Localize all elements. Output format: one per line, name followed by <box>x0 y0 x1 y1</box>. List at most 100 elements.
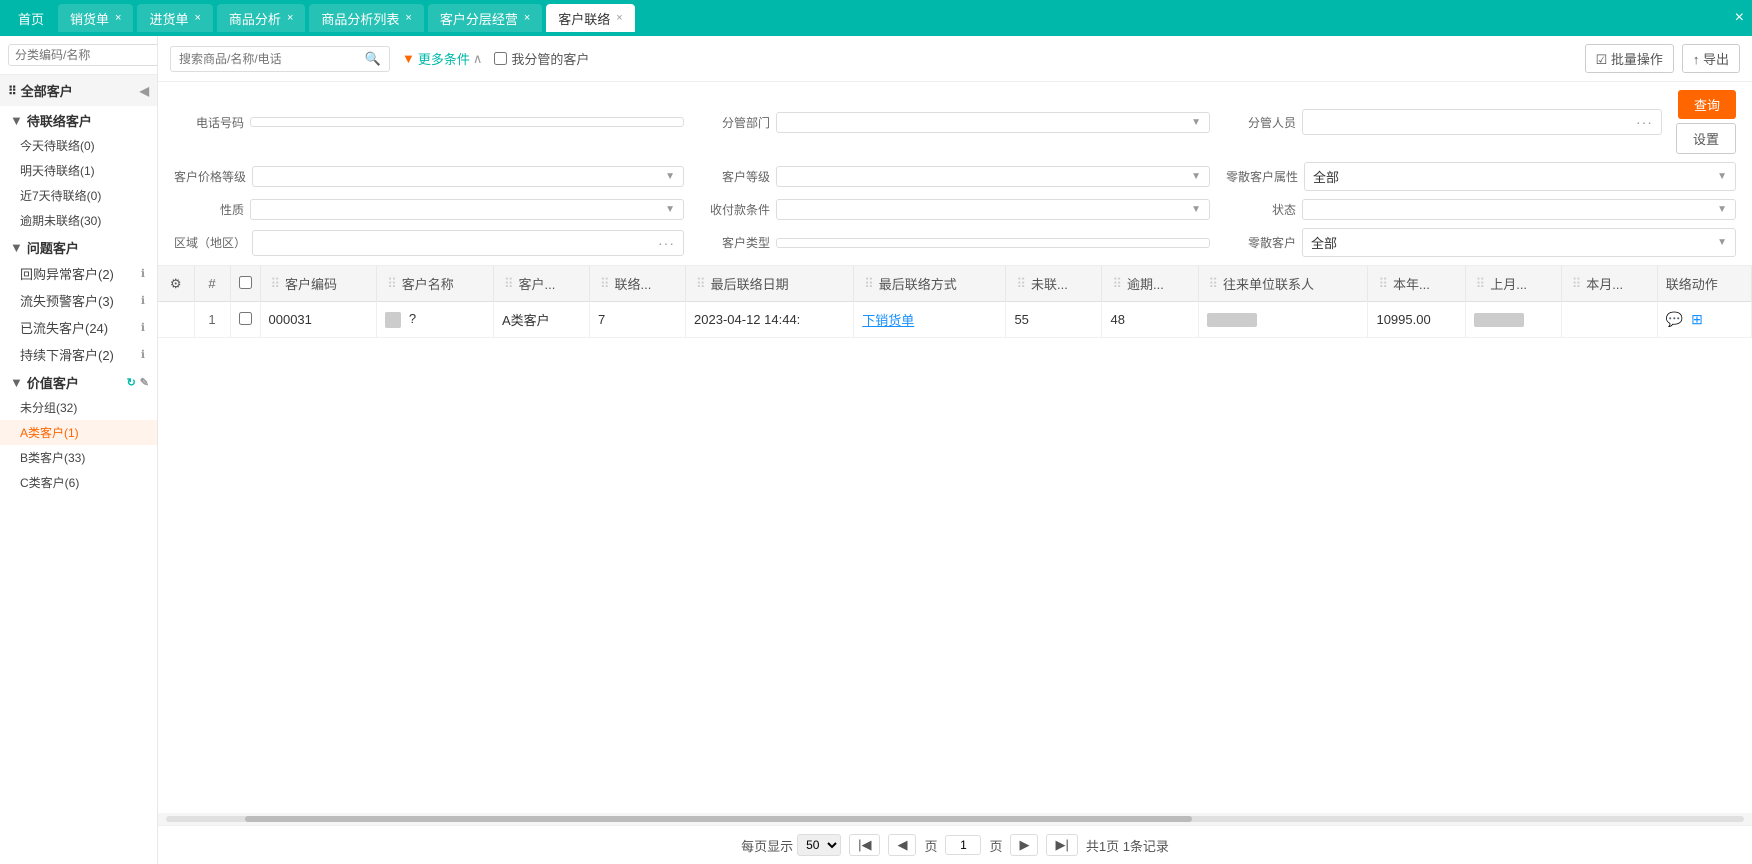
settings-btn[interactable]: 设置 <box>1676 123 1736 154</box>
home-tab[interactable]: 首页 <box>8 9 54 28</box>
row-last-method[interactable]: 下销货单 <box>854 302 1006 338</box>
prev-page-btn[interactable]: ◀ <box>888 834 916 856</box>
table-header-last-month[interactable]: ⠿ 上月... <box>1465 266 1561 302</box>
sidebar-item-class-b[interactable]: B类客户(33) <box>0 445 157 470</box>
sidebar-item-unclassified[interactable]: 未分组(32) <box>0 395 157 420</box>
payment-select[interactable]: ▼ <box>776 199 1210 220</box>
phone-input[interactable] <box>250 117 684 127</box>
close-tab-customer-segment[interactable]: × <box>524 12 530 24</box>
tab-customer-contact[interactable]: 客户联络 × <box>546 4 634 32</box>
refresh-icon[interactable]: ↻ <box>127 376 136 389</box>
dept-label: 分管部门 <box>700 114 770 131</box>
page-number-input[interactable] <box>945 835 981 855</box>
cust-level-arrow: ▼ <box>1191 171 1201 182</box>
close-tab-purchase-order[interactable]: × <box>194 12 200 24</box>
table-header-unit-contact[interactable]: ⠿ 往来单位联系人 <box>1198 266 1368 302</box>
qrcode-icon[interactable]: ⊞ <box>1691 311 1703 328</box>
close-tab-product-analysis-list[interactable]: × <box>405 12 411 24</box>
region-input[interactable]: ··· <box>252 230 684 256</box>
export-icon: ↑ <box>1693 52 1703 67</box>
query-btn[interactable]: 查询 <box>1678 90 1736 119</box>
table-header-name[interactable]: ⠿ 客户名称 <box>377 266 494 302</box>
sidebar-item-today-wait[interactable]: 今天待联络(0) <box>0 133 157 158</box>
table-header-type[interactable]: ⠿ 客户... <box>493 266 589 302</box>
sidebar-item-overdue-wait[interactable]: 逾期未联络(30) <box>0 208 157 233</box>
nature-select[interactable]: ▼ <box>250 199 684 220</box>
sidebar-item-repurchase[interactable]: 回购异常客户(2) ℹ <box>0 260 157 287</box>
table-header-code[interactable]: ⠿ 客户编码 <box>260 266 377 302</box>
retail-cust-select[interactable]: 全部 ▼ <box>1302 228 1736 257</box>
row-unit-contact <box>1198 302 1368 338</box>
cust-type-input[interactable] <box>776 238 1210 248</box>
col-divider-11: ⠿ <box>1476 276 1486 292</box>
table-header-this-month[interactable]: ⠿ 本月... <box>1561 266 1657 302</box>
table-header-contacts[interactable]: ⠿ 联络... <box>590 266 686 302</box>
row-code: 000031 <box>260 302 377 338</box>
sidebar-search-input[interactable] <box>8 44 158 66</box>
last-method-link[interactable]: 下销货单 <box>862 313 914 328</box>
sidebar-item-tomorrow-wait[interactable]: 明天待联络(1) <box>0 158 157 183</box>
dept-arrow: ▼ <box>1191 117 1201 128</box>
tab-purchase-order[interactable]: 进货单 × <box>137 4 212 32</box>
price-level-select[interactable]: ▼ <box>252 166 684 187</box>
select-all-checkbox[interactable] <box>239 276 252 289</box>
my-customers-check[interactable] <box>494 52 507 65</box>
tab-sales-order[interactable]: 销货单 × <box>58 4 133 32</box>
tab-product-analysis-list[interactable]: 商品分析列表 × <box>309 4 423 32</box>
per-page-select[interactable]: 50 <box>797 834 841 856</box>
first-page-btn[interactable]: |◀ <box>849 834 880 856</box>
table-header-gear[interactable]: ⚙ <box>158 266 194 302</box>
cust-level-select[interactable]: ▼ <box>776 166 1210 187</box>
table-header-last-date[interactable]: ⠿ 最后联络日期 <box>686 266 854 302</box>
tab-customer-segment[interactable]: 客户分层经营 × <box>428 4 542 32</box>
last-page-btn[interactable]: ▶| <box>1046 834 1077 856</box>
col-divider-3: ⠿ <box>504 276 514 292</box>
sidebar-item-class-a[interactable]: A类客户(1) <box>0 420 157 445</box>
manager-input[interactable]: ··· <box>1302 109 1662 135</box>
close-tab-sales-order[interactable]: × <box>115 12 121 24</box>
table-header-no-contact[interactable]: ⠿ 未联... <box>1006 266 1102 302</box>
table-header-this-year[interactable]: ⠿ 本年... <box>1368 266 1465 302</box>
table-header-last-method[interactable]: ⠿ 最后联络方式 <box>854 266 1006 302</box>
search-input[interactable] <box>179 52 361 66</box>
col-divider-2: ⠿ <box>387 276 397 292</box>
scrollbar-track <box>166 816 1744 822</box>
sidebar-collapse-btn[interactable]: ◀ <box>140 84 149 98</box>
close-tab-customer-contact[interactable]: × <box>616 12 622 24</box>
more-conditions-btn[interactable]: ▼ 更多条件 ∧ <box>402 49 482 68</box>
row-checkbox[interactable] <box>239 312 252 325</box>
row-this-month <box>1561 302 1657 338</box>
sidebar-problem-customers-group: ▼ 问题客户 <box>0 233 157 260</box>
sidebar-item-churn-warning[interactable]: 流失预警客户(3) ℹ <box>0 287 157 314</box>
tab-product-analysis[interactable]: 商品分析 × <box>217 4 305 32</box>
table-header-checkbox[interactable] <box>230 266 260 302</box>
status-select[interactable]: ▼ <box>1302 199 1736 220</box>
scrollbar-thumb[interactable] <box>245 816 1192 822</box>
filter-search-icon[interactable]: 🔍 <box>365 51 381 67</box>
sidebar-item-class-c[interactable]: C类客户(6) <box>0 470 157 495</box>
table-header-overdue[interactable]: ⠿ 逾期... <box>1102 266 1198 302</box>
retail-attr-select[interactable]: 全部 ▼ <box>1304 162 1736 191</box>
edit-icon[interactable]: ✎ <box>140 376 149 389</box>
row-contacts: 7 <box>590 302 686 338</box>
dept-select[interactable]: ▼ <box>776 112 1210 133</box>
nature-arrow: ▼ <box>665 204 675 215</box>
next-page-btn[interactable]: ▶ <box>1010 834 1038 856</box>
close-tab-product-analysis[interactable]: × <box>287 12 293 24</box>
row-checkbox-cell[interactable] <box>230 302 260 338</box>
table-row: 1 000031 ? A类客户 7 2023-04-12 14:44: 下销货单… <box>158 302 1752 338</box>
filter-actions: 查询 设置 <box>1676 90 1736 154</box>
col-divider-12: ⠿ <box>1572 276 1582 292</box>
horizontal-scrollbar[interactable] <box>158 813 1752 825</box>
my-customers-checkbox[interactable]: 我分管的客户 <box>494 49 589 68</box>
price-level-arrow: ▼ <box>665 171 675 182</box>
row-this-year: 10995.00 <box>1368 302 1465 338</box>
batch-operation-btn[interactable]: ☑ 批量操作 <box>1585 44 1674 73</box>
sidebar-item-churned[interactable]: 已流失客户(24) ℹ <box>0 314 157 341</box>
close-all-tabs[interactable]: × <box>1735 9 1744 27</box>
sidebar-item-7days-wait[interactable]: 近7天待联络(0) <box>0 183 157 208</box>
contact-icon[interactable]: 💬 <box>1666 311 1683 328</box>
all-customers-header[interactable]: ⠿ 全部客户 ◀ <box>0 75 157 106</box>
export-btn[interactable]: ↑ 导出 <box>1682 44 1740 73</box>
sidebar-item-declining[interactable]: 持续下滑客户(2) ℹ <box>0 341 157 368</box>
